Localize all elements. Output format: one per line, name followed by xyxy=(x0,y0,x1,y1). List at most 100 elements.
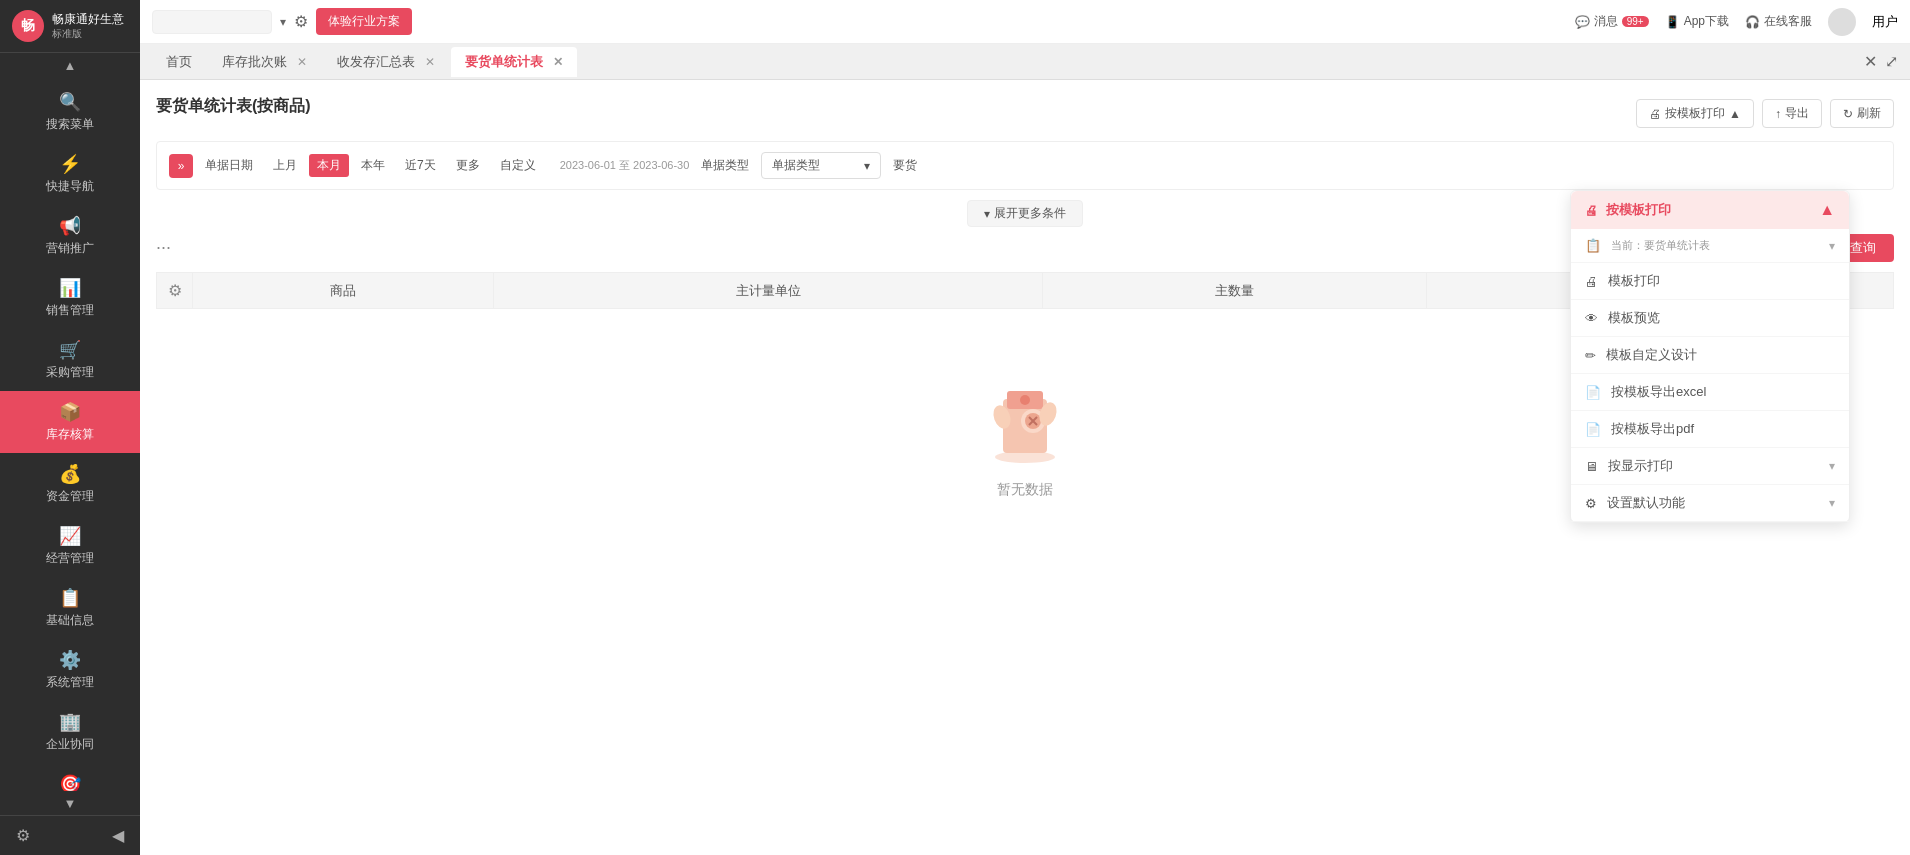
sidebar-item-purchase[interactable]: 🛒 采购管理 xyxy=(0,329,140,391)
tab-batch[interactable]: 库存批次账 ✕ xyxy=(208,47,321,77)
template-preview-item[interactable]: 👁 模板预览 xyxy=(1571,300,1849,337)
topbar-right: 💬 消息 99+ 📱 App下载 🎧 在线客服 用户 xyxy=(1575,8,1898,36)
search-input[interactable] xyxy=(152,10,272,34)
type-select[interactable]: 单据类型 ▾ xyxy=(761,152,881,179)
date-btn-prev-month[interactable]: 上月 xyxy=(265,154,305,177)
date-range: 2023-06-01 至 2023-06-30 xyxy=(560,158,690,173)
current-template-item[interactable]: 📋 当前：要货单统计表 ▾ xyxy=(1571,229,1849,263)
tab-order-stats[interactable]: 要货单统计表✕ xyxy=(451,47,577,77)
search-dropdown-btn[interactable]: ▾ xyxy=(280,15,286,29)
nav-icon-system: ⚙️ xyxy=(59,649,81,671)
sidebar-item-search[interactable]: 🔍 搜索菜单 xyxy=(0,81,140,143)
display-print-icon: 🖥 xyxy=(1585,459,1598,474)
sidebar-item-basic[interactable]: 📋 基础信息 xyxy=(0,577,140,639)
date-btn-current-year[interactable]: 本年 xyxy=(353,154,393,177)
refresh-btn[interactable]: ↻ 刷新 xyxy=(1830,99,1894,128)
close-tab-btn[interactable]: ✕ xyxy=(1864,52,1877,71)
tab-label-batch: 库存批次账 xyxy=(222,53,287,71)
export-btn[interactable]: ↑ 导出 xyxy=(1762,99,1822,128)
sidebar-item-system[interactable]: ⚙️ 系统管理 xyxy=(0,639,140,701)
page-content: 要货单统计表(按商品) 🖨 按模板打印 ▲ ↑ 导出 ↻ 刷新 » xyxy=(140,80,1910,855)
date-btn-more[interactable]: 更多 xyxy=(448,154,488,177)
message-icon: 💬 xyxy=(1575,15,1590,29)
print-dropdown-close-btn[interactable]: ▲ xyxy=(1819,201,1835,219)
date-btn-custom[interactable]: 自定义 xyxy=(492,154,544,177)
tab-close-batch[interactable]: ✕ xyxy=(297,55,307,69)
print-title-label: 按模板打印 xyxy=(1606,201,1671,219)
export-excel-item[interactable]: 📄 按模板导出excel xyxy=(1571,374,1849,411)
more-actions-btn[interactable]: ··· xyxy=(156,237,171,258)
export-label: 导出 xyxy=(1785,105,1809,122)
tab-collection[interactable]: 收发存汇总表✕ xyxy=(323,47,449,77)
template-design-label: 模板自定义设计 xyxy=(1606,346,1697,364)
template-print-item[interactable]: 🖨 模板打印 xyxy=(1571,263,1849,300)
expand-more-btn[interactable]: ▾ 展开更多条件 xyxy=(967,200,1083,227)
tab-home[interactable]: 首页 xyxy=(152,47,206,77)
header-actions: 🖨 按模板打印 ▲ ↑ 导出 ↻ 刷新 xyxy=(1636,99,1894,128)
nav-icon-search: 🔍 xyxy=(59,91,81,113)
set-default-label: 设置默认功能 xyxy=(1607,494,1685,512)
filter-expand-icon[interactable]: » xyxy=(169,154,193,178)
tab-close-order-stats[interactable]: ✕ xyxy=(553,55,563,69)
nav-label-system: 系统管理 xyxy=(46,674,94,691)
sidebar-item-marketing[interactable]: 📢 营销推广 xyxy=(0,205,140,267)
sidebar-item-enterprise[interactable]: 🏢 企业协同 xyxy=(0,701,140,763)
empty-text: 暂无数据 xyxy=(997,481,1053,499)
date-btn-current-month[interactable]: 本月 xyxy=(309,154,349,177)
sidebar-item-operations[interactable]: 📈 经营管理 xyxy=(0,515,140,577)
online-service-label: 在线客服 xyxy=(1764,13,1812,30)
display-print-item[interactable]: 🖥 按显示打印 ▾ xyxy=(1571,448,1849,485)
nav-label-purchase: 采购管理 xyxy=(46,364,94,381)
tab-close-collection[interactable]: ✕ xyxy=(425,55,435,69)
online-service-btn[interactable]: 🎧 在线客服 xyxy=(1745,13,1812,30)
sidebar-item-newbie[interactable]: 🎯 新手引导 xyxy=(0,763,140,791)
order-status-label: 要货 xyxy=(893,157,917,174)
print-dropdown-title: 🖨 按模板打印 xyxy=(1585,201,1671,219)
settings-icon[interactable]: ⚙ xyxy=(16,826,30,845)
table-gear-icon[interactable]: ⚙ xyxy=(168,282,182,299)
nav-label-basic: 基础信息 xyxy=(46,612,94,629)
export-pdf-label: 按模板导出pdf xyxy=(1611,420,1694,438)
nav-icon-basic: 📋 xyxy=(59,587,81,609)
date-btn-last7[interactable]: 近7天 xyxy=(397,154,444,177)
type-value: 单据类型 xyxy=(772,157,820,174)
logo-sub: 标准版 xyxy=(52,27,124,40)
promo-button[interactable]: 体验行业方案 xyxy=(316,8,412,35)
display-print-label: 按显示打印 xyxy=(1608,457,1673,475)
scroll-down-btn[interactable]: ▼ xyxy=(0,791,140,815)
collapse-icon[interactable]: ◀ xyxy=(112,826,124,845)
sidebar-item-sales[interactable]: 📊 销售管理 xyxy=(0,267,140,329)
scroll-up-btn[interactable]: ▲ xyxy=(0,53,140,77)
nav-icon-inventory: 📦 xyxy=(59,401,81,423)
print-template-btn[interactable]: 🖨 按模板打印 ▲ xyxy=(1636,99,1754,128)
table-gear-col: ⚙ xyxy=(157,273,193,309)
nav-label-marketing: 营销推广 xyxy=(46,240,94,257)
message-badge: 99+ xyxy=(1622,16,1649,27)
service-icon: 🎧 xyxy=(1745,15,1760,29)
avatar[interactable] xyxy=(1828,8,1856,36)
expand-more-label: 展开更多条件 xyxy=(994,205,1066,222)
display-print-chevron: ▾ xyxy=(1829,459,1835,473)
nav-label-shortcuts: 快捷导航 xyxy=(46,178,94,195)
nav-icon-operations: 📈 xyxy=(59,525,81,547)
message-btn[interactable]: 💬 消息 99+ xyxy=(1575,13,1649,30)
sidebar-nav: 🔍 搜索菜单⚡ 快捷导航📢 营销推广📊 销售管理🛒 采购管理📦 库存核算💰 资金… xyxy=(0,77,140,791)
set-default-icon: ⚙ xyxy=(1585,496,1597,511)
export-pdf-item[interactable]: 📄 按模板导出pdf xyxy=(1571,411,1849,448)
logo-name: 畅康通好生意 xyxy=(52,12,124,28)
nav-label-enterprise: 企业协同 xyxy=(46,736,94,753)
topbar-gear-icon[interactable]: ⚙ xyxy=(294,12,308,31)
print-chevron-icon: ▲ xyxy=(1729,107,1741,121)
app-download-btn[interactable]: 📱 App下载 xyxy=(1665,13,1729,30)
nav-label-finance: 资金管理 xyxy=(46,488,94,505)
set-default-item[interactable]: ⚙ 设置默认功能 ▾ xyxy=(1571,485,1849,522)
sidebar-item-shortcuts[interactable]: ⚡ 快捷导航 xyxy=(0,143,140,205)
template-design-item[interactable]: ✏ 模板自定义设计 xyxy=(1571,337,1849,374)
maximize-tab-btn[interactable]: ⤢ xyxy=(1885,52,1898,71)
sidebar-item-inventory[interactable]: 📦 库存核算 xyxy=(0,391,140,453)
expand-down-icon: ▾ xyxy=(984,207,990,221)
app-download-label: App下载 xyxy=(1684,13,1729,30)
nav-label-operations: 经营管理 xyxy=(46,550,94,567)
message-label: 消息 xyxy=(1594,13,1618,30)
sidebar-item-finance[interactable]: 💰 资金管理 xyxy=(0,453,140,515)
